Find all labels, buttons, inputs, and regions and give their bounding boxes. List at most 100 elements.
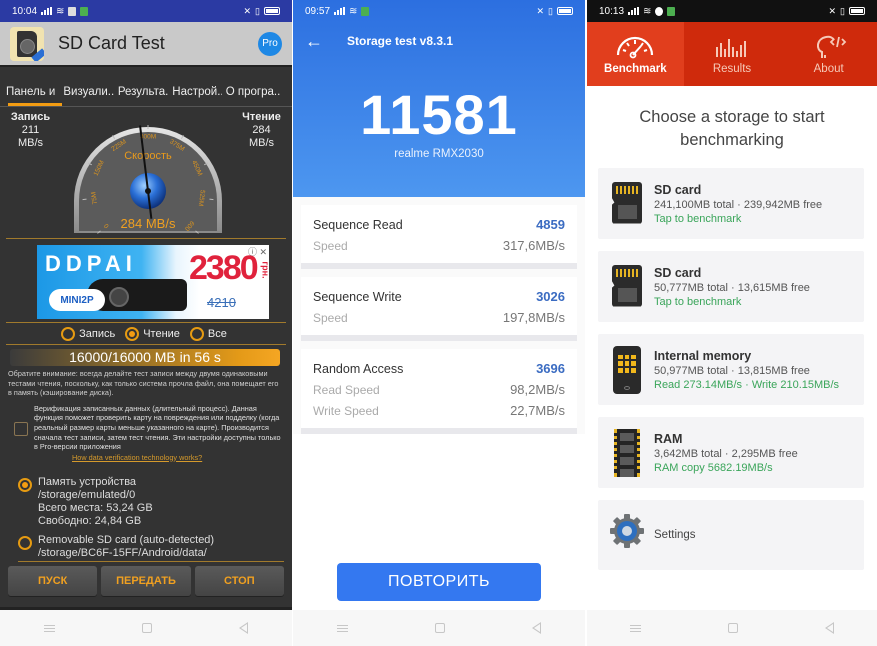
vibrate-icon: ▯ [255, 5, 260, 16]
sd-card-icon [612, 264, 642, 307]
storage-card-internal[interactable]: Internal memory 50,977MB total · 13,815M… [598, 334, 864, 405]
storage-path: /storage/BC6F-15FF/Android/data/ [38, 546, 207, 559]
radio-read[interactable] [125, 326, 140, 341]
sd-card-icon [612, 181, 642, 224]
storage-status: Read 273.14MB/s · Write 210.15MB/s [654, 378, 840, 391]
speed-section: Запись 211 MB/s 0 75M 150M 225M 300M 375… [6, 107, 286, 239]
ad-price: 2380 [189, 249, 259, 287]
ad-close-icon[interactable]: ⓘ ✕ [248, 245, 267, 258]
pro-button[interactable]: Pro [258, 31, 282, 56]
radio-internal-storage[interactable] [18, 477, 32, 492]
head-code-icon [816, 35, 846, 58]
system-nav-bar [0, 610, 292, 646]
storage-card-ram[interactable]: RAM 3,642MB total · 2,295MB free RAM cop… [598, 417, 864, 488]
result-score: 3026 [536, 289, 565, 304]
ad-model: MINI2P [49, 289, 105, 311]
start-button[interactable]: ПУСК [8, 565, 98, 596]
read-value: 284 [252, 124, 271, 136]
status-time: 09:57 [305, 5, 331, 17]
metric-label: Read Speed [313, 383, 380, 397]
read-label: Чтение [242, 111, 281, 123]
metric-label: Write Speed [313, 404, 379, 418]
storage-card-sd-1[interactable]: SD card 241,100MB total · 239,942MB free… [598, 168, 864, 239]
ad-old-price: 4210 [207, 295, 236, 310]
verify-help-link[interactable]: How data verification technology works? [72, 453, 202, 462]
back-icon[interactable] [239, 622, 249, 634]
status-bar: 10:04 ≋ ✕ ▯ [0, 0, 292, 22]
mode-write-option[interactable]: Запись [61, 326, 115, 341]
storage-option-internal[interactable]: Память устройства /storage/emulated/0 Вс… [18, 476, 153, 528]
vibrate-icon: ▯ [840, 5, 845, 16]
notification-icon [68, 6, 77, 16]
mode-read-option[interactable]: Чтение [125, 326, 180, 341]
tab-visualization[interactable]: Визуали.. [63, 86, 113, 98]
status-bar: 09:57 ≋ ✕ ▯ [293, 0, 585, 22]
storage-option-sd[interactable]: Removable SD card (auto-detected) /stora… [18, 534, 214, 560]
tab-results[interactable]: Результа.. [118, 86, 168, 98]
mute-icon: ✕ [536, 5, 545, 16]
tab-about[interactable]: About [780, 22, 877, 86]
settings-card[interactable]: Settings [598, 500, 864, 570]
mode-all-option[interactable]: Все [189, 326, 227, 341]
app-bar: SD Card Test Pro [0, 22, 292, 67]
tab-bar: Панель и Визуали.. Результа.. Настрой.. … [0, 67, 292, 107]
storage-name: Removable SD card (auto-detected) [38, 533, 215, 546]
recents-icon[interactable] [630, 624, 642, 632]
home-icon[interactable] [434, 623, 445, 633]
verify-checkbox[interactable] [14, 421, 28, 436]
choose-storage-heading: Choose a storage to start benchmarking [639, 108, 825, 149]
send-button[interactable]: ПЕРЕДАТЬ [101, 565, 191, 596]
sd-card-test-screen: 10:04 ≋ ✕ ▯ SD Card Test Pro Панель и Ви… [0, 0, 292, 646]
signal-icon [334, 7, 346, 15]
radio-all[interactable] [189, 326, 204, 341]
storage-detail: 241,100MB total · 239,942MB free [654, 198, 823, 211]
home-icon[interactable] [727, 623, 738, 633]
tab-settings[interactable]: Настрой.. [172, 86, 221, 98]
score-header: 09:57 ≋ ✕ ▯ ← Storage test v8.3.1 11581 … [293, 0, 585, 197]
tab-results[interactable]: Results [684, 22, 781, 86]
ad-brand: DDPAI [45, 251, 137, 276]
gauge-title: Скорость [124, 150, 172, 162]
top-tab-bar: Benchmark Results About [587, 22, 877, 86]
tab-about[interactable]: О програ.. [226, 86, 282, 98]
tab-panel[interactable]: Панель и [6, 86, 59, 98]
storage-path: /storage/emulated/0 [38, 488, 136, 501]
storage-free: Свободно: 24,84 GB [38, 514, 142, 527]
back-arrow-icon[interactable]: ← [305, 31, 323, 52]
speedometer-gauge: 075M150M225M300M375M450M525M600 Скорость… [74, 125, 222, 234]
app-notification-icon [80, 6, 89, 16]
result-name: Sequence Write [313, 290, 402, 304]
settings-label: Settings [654, 529, 696, 541]
tab-benchmark[interactable]: Benchmark [587, 22, 684, 86]
storage-detail: 50,977MB total · 13,815MB free [654, 364, 810, 377]
back-icon[interactable] [532, 622, 542, 634]
system-nav-bar [587, 610, 877, 646]
stop-button[interactable]: СТОП [194, 565, 284, 596]
storage-card-sd-2[interactable]: SD card 50,777MB total · 13,615MB free T… [598, 251, 864, 322]
radio-sd-storage[interactable] [18, 535, 32, 550]
recents-icon[interactable] [43, 624, 55, 632]
app-notification-icon [667, 6, 676, 16]
home-icon[interactable] [141, 623, 152, 633]
battery-icon [849, 7, 865, 15]
repeat-button[interactable]: ПОВТОРИТЬ [337, 563, 541, 601]
screenshot-collage: 10:04 ≋ ✕ ▯ SD Card Test Pro Панель и Ви… [0, 0, 877, 646]
radio-read-label: Чтение [143, 327, 180, 340]
status-bar: 10:13 ≋ ✕ ▯ [587, 0, 877, 22]
bar-chart-icon [716, 39, 746, 57]
sd-card-app-logo-icon [10, 26, 44, 61]
metric-label: Speed [313, 311, 348, 325]
back-icon[interactable] [824, 622, 834, 634]
ad-banner[interactable]: DDPAI MINI2P 2380 грн. 4210 ⓘ ✕ [37, 245, 269, 319]
storage-status: Tap to benchmark [654, 212, 742, 225]
status-time: 10:13 [599, 5, 625, 17]
storage-title: SD card [654, 182, 702, 197]
action-buttons: ПУСК ПЕРЕДАТЬ СТОП [0, 562, 292, 600]
toolbar: ← Storage test v8.3.1 [293, 22, 585, 60]
storage-name: Память устройства [38, 475, 137, 488]
total-score: 11581 [360, 83, 518, 146]
recents-icon[interactable] [336, 624, 348, 632]
status-time: 10:04 [12, 5, 38, 17]
gauge-tick-mark [209, 198, 214, 201]
radio-write[interactable] [61, 326, 76, 341]
